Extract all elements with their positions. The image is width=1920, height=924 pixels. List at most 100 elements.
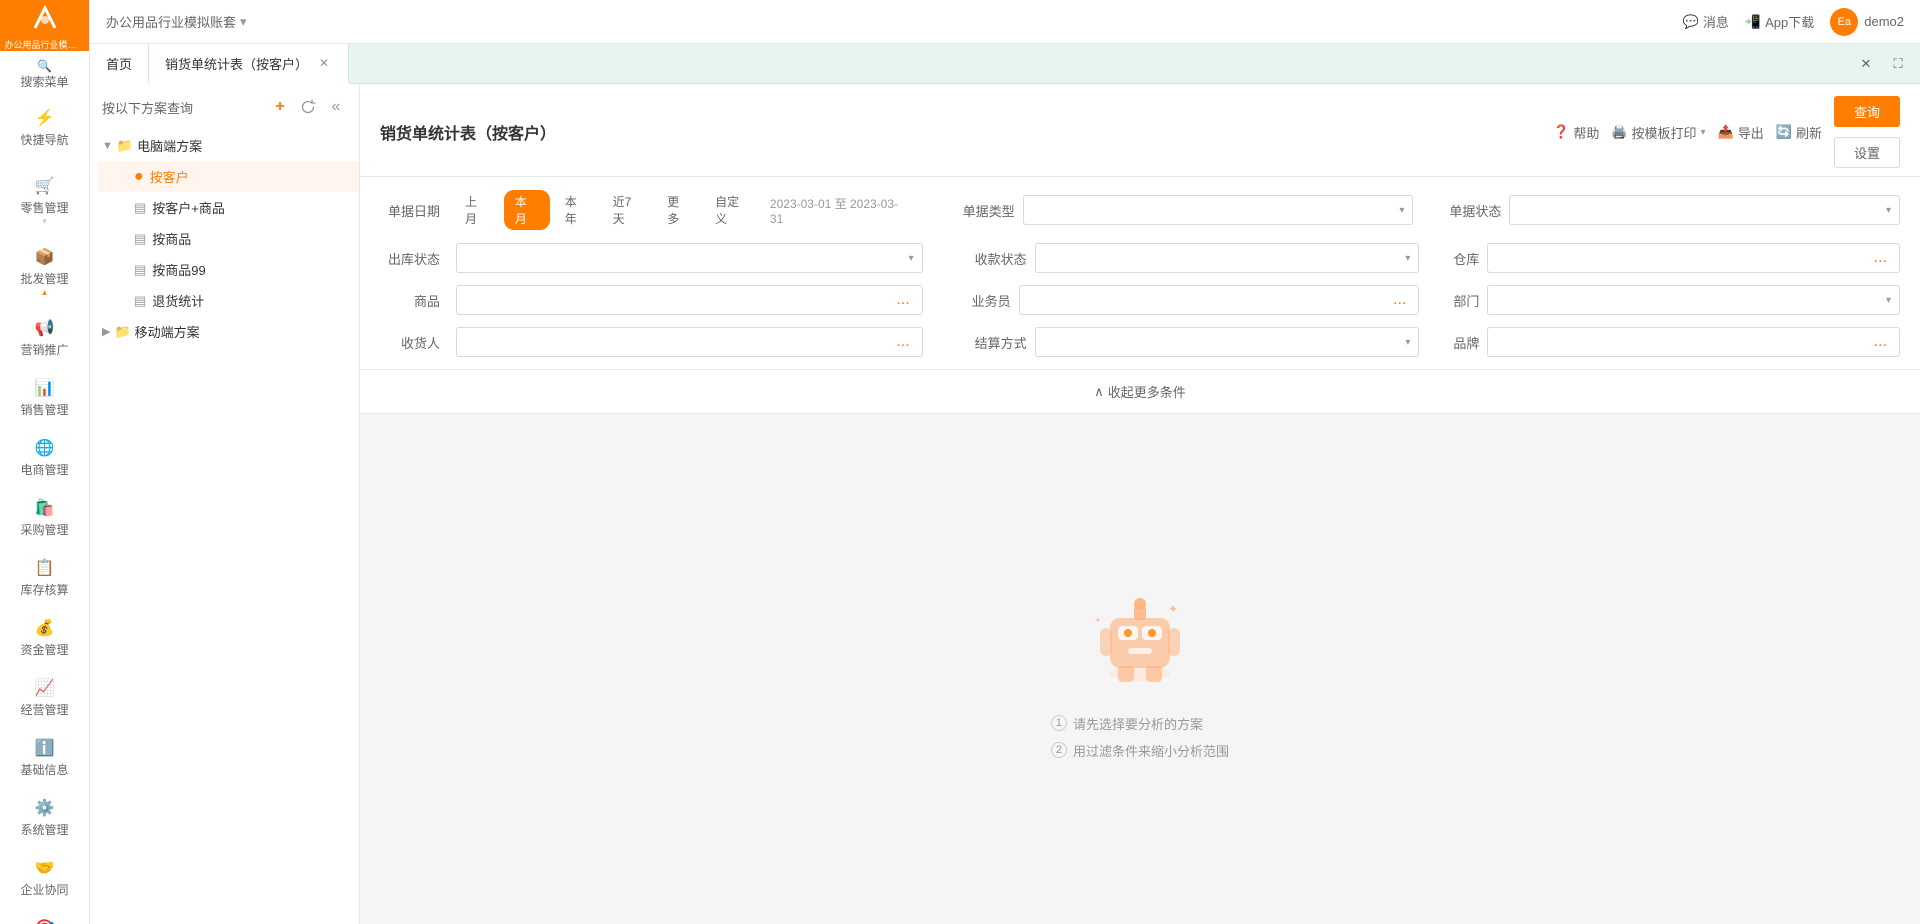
- operations-label: 经营管理: [20, 701, 68, 718]
- bill-type-label: 单据类型: [959, 201, 1015, 220]
- tree-node-by-product[interactable]: ▤ 按商品: [98, 223, 359, 254]
- collapse-panel-btn[interactable]: «: [325, 96, 347, 118]
- refresh-label: 刷新: [1796, 123, 1822, 142]
- by-product-99-label: 按商品99: [152, 260, 205, 279]
- sidebar-item-wholesale[interactable]: 📦 批发管理 ▴: [0, 237, 90, 308]
- date-btn-more[interactable]: 更多: [658, 189, 700, 231]
- tree-node-mobile[interactable]: ▶ 📁 移动端方案: [90, 316, 359, 347]
- sidebar-item-basic[interactable]: ℹ️ 基础信息: [0, 728, 90, 788]
- retail-icon: 🛒: [35, 176, 55, 196]
- receipt-select[interactable]: ▾: [1035, 243, 1420, 273]
- sidebar-item-finance[interactable]: 💰 资金管理: [0, 608, 90, 668]
- brand-select[interactable]: ...: [1487, 327, 1900, 357]
- user-profile[interactable]: Ea demo2: [1830, 8, 1904, 36]
- tab-close-icon[interactable]: ✕: [316, 55, 332, 71]
- sidebar-item-system[interactable]: ⚙️ 系统管理: [0, 788, 90, 848]
- header-right: 💬 消息 📲 App下载 Ea demo2: [1683, 8, 1904, 36]
- brand-dots-icon[interactable]: ...: [1870, 333, 1891, 351]
- date-btn-7days[interactable]: 近7天: [604, 189, 653, 231]
- refresh-action[interactable]: 🔄 刷新: [1776, 123, 1822, 142]
- sidebar-logo[interactable]: 办公用品行业模拟账套: [0, 0, 90, 51]
- sidebar-item-ecommerce[interactable]: 🌐 电商管理: [0, 428, 90, 488]
- brand-label: 品牌: [1451, 333, 1479, 352]
- sidebar-item-marketing[interactable]: 📢 营销推广: [0, 308, 90, 368]
- sales-rep-dots-icon[interactable]: ...: [1389, 291, 1410, 309]
- empty-tips: 1 请先选择要分析的方案 2 用过滤条件来缩小分析范围: [1051, 714, 1229, 760]
- sidebar-item-inventory[interactable]: 📋 库存核算: [0, 548, 90, 608]
- sidebar-item-enterprise[interactable]: 🤝 企业协同: [0, 848, 90, 908]
- sidebar-search-item[interactable]: 🔍 搜索菜单: [0, 51, 90, 98]
- wholesale-arrow: ▴: [42, 287, 47, 298]
- tab-bar-actions: ✕ ⛶: [1844, 50, 1920, 78]
- app-download-action[interactable]: 📲 App下载: [1745, 12, 1814, 31]
- add-scheme-btn[interactable]: +: [269, 96, 291, 118]
- warehouse-select[interactable]: ...: [1487, 243, 1900, 273]
- download-icon: 📲: [1745, 14, 1761, 30]
- tab-maximize-btn[interactable]: ⛶: [1884, 50, 1912, 78]
- sidebar-item-sales[interactable]: 📊 销售管理: [0, 368, 90, 428]
- date-btn-thisyear[interactable]: 本年: [556, 189, 598, 231]
- date-btn-custom[interactable]: 自定义: [706, 189, 760, 231]
- sidebar-item-purchase[interactable]: 🛍️ 采购管理: [0, 488, 90, 548]
- tree-node-return-stats[interactable]: ▤ 退货统计: [98, 285, 359, 316]
- message-action[interactable]: 💬 消息: [1683, 12, 1729, 31]
- date-label: 单据日期: [380, 201, 440, 220]
- by-product-label: 按商品: [152, 229, 191, 248]
- sidebar-item-operations[interactable]: 📈 经营管理: [0, 668, 90, 728]
- message-icon: 💬: [1683, 14, 1699, 30]
- export-action[interactable]: 📤 导出: [1718, 123, 1764, 142]
- warehouse-dots-icon[interactable]: ...: [1870, 249, 1891, 267]
- collapse-bar: ∧ 收起更多条件: [360, 370, 1920, 414]
- tree-children-pc: ● 按客户 ▤ 按客户+商品 ▤ 按商品 ▤ 按商品99: [90, 161, 359, 316]
- date-btn-thismonth[interactable]: 本月: [504, 190, 550, 230]
- message-label: 消息: [1703, 12, 1729, 31]
- recipient-dots-icon[interactable]: ...: [892, 333, 913, 351]
- product-dots-icon[interactable]: ...: [892, 291, 913, 309]
- pc-node-label: 电脑端方案: [137, 136, 202, 155]
- tree-node-by-customer[interactable]: ● 按客户: [98, 161, 359, 192]
- page-actions: ❓ 帮助 🖨️ 按模板打印 ▾ 📤 导出 🔄 刷新: [1553, 96, 1900, 168]
- filter-row-2: 出库状态 ▾ 收款状态 ▾ 仓库: [380, 243, 1900, 273]
- tab-minimize-btn[interactable]: ✕: [1852, 50, 1880, 78]
- basic-label: 基础信息: [20, 761, 68, 778]
- sales-rep-label: 业务员: [971, 291, 1011, 310]
- sidebar-search-label: 搜索菜单: [20, 73, 68, 90]
- username: demo2: [1864, 14, 1904, 29]
- bill-status-select[interactable]: ▾: [1509, 195, 1900, 225]
- sales-rep-select[interactable]: ...: [1019, 285, 1420, 315]
- bill-type-select[interactable]: ▾: [1023, 195, 1414, 225]
- sidebar-item-newbie[interactable]: 🎯 新手引导: [0, 908, 90, 924]
- refresh-scheme-btn[interactable]: [297, 96, 319, 118]
- tab-home-label: 首页: [106, 54, 132, 73]
- tree-node-by-customer-product[interactable]: ▤ 按客户+商品: [98, 192, 359, 223]
- app-download-label: App下载: [1765, 12, 1814, 31]
- customer-product-icon: ▤: [134, 200, 146, 216]
- dept-select[interactable]: ▾: [1487, 285, 1900, 315]
- dept-arrow-icon: ▾: [1886, 295, 1891, 306]
- tree-node-pc[interactable]: ▼ 📁 电脑端方案: [90, 130, 359, 161]
- shipment-select[interactable]: ▾: [456, 243, 923, 273]
- setting-button[interactable]: 设置: [1834, 137, 1900, 168]
- recipient-select[interactable]: ...: [456, 327, 923, 357]
- sidebar-item-retail[interactable]: 🛒 零售管理 ▾: [0, 166, 90, 237]
- help-action[interactable]: ❓ 帮助: [1553, 123, 1599, 142]
- sales-label: 销售管理: [20, 401, 68, 418]
- breadcrumb-arrow[interactable]: ▾: [240, 14, 247, 30]
- print-icon: 🖨️: [1611, 124, 1627, 140]
- breadcrumb-text: 办公用品行业模拟账套: [106, 12, 236, 31]
- date-range-display: 2023-03-01 至 2023-03-31: [770, 195, 911, 226]
- collapse-button[interactable]: ∧ 收起更多条件: [1078, 378, 1202, 405]
- product-select[interactable]: ...: [456, 285, 923, 315]
- settlement-select[interactable]: ▾: [1035, 327, 1420, 357]
- tab-sales-stat[interactable]: 销货单统计表（按客户） ✕: [149, 44, 349, 84]
- template-print-label: 按模板打印: [1632, 123, 1697, 142]
- retail-arrow: ▾: [42, 216, 47, 227]
- sidebar-item-quicknav[interactable]: ⚡ 快捷导航: [0, 98, 90, 158]
- query-button[interactable]: 查询: [1834, 96, 1900, 127]
- template-print-action[interactable]: 🖨️ 按模板打印 ▾: [1611, 123, 1705, 142]
- tab-home[interactable]: 首页: [90, 44, 149, 84]
- tree-node-by-product-99[interactable]: ▤ 按商品99: [98, 254, 359, 285]
- export-icon: 📤: [1718, 124, 1734, 140]
- tab-bar: 首页 销货单统计表（按客户） ✕ ✕ ⛶: [90, 44, 1920, 84]
- date-btn-lastmonth[interactable]: 上月: [456, 189, 498, 231]
